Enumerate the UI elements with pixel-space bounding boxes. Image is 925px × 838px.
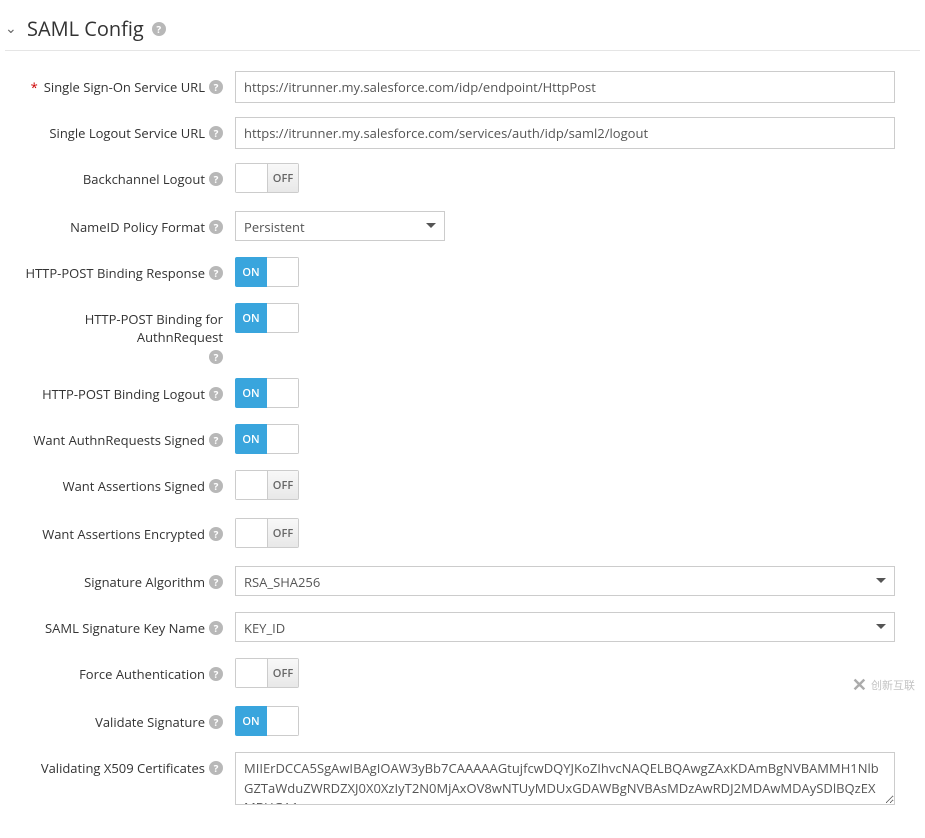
label-want-authn-signed: Want AuthnRequests Signed ? xyxy=(5,424,235,449)
help-icon[interactable]: ? xyxy=(209,266,223,280)
want-assert-encrypted-toggle[interactable]: OFF xyxy=(235,518,299,548)
section-title: SAML Config xyxy=(27,15,144,42)
help-icon[interactable]: ? xyxy=(209,220,223,234)
row-http-post-response: HTTP-POST Binding Response ? ON xyxy=(5,257,920,289)
row-want-authn-signed: Want AuthnRequests Signed ? ON xyxy=(5,424,920,456)
row-backchannel-logout: Backchannel Logout ? OFF xyxy=(5,163,920,197)
label-x509-cert: Validating X509 Certificates ? xyxy=(5,752,235,777)
sso-url-input[interactable] xyxy=(235,71,895,103)
label-slo-url: Single Logout Service URL ? xyxy=(5,117,235,142)
label-nameid-format: NameID Policy Format ? xyxy=(5,211,235,236)
row-slo-url: Single Logout Service URL ? xyxy=(5,117,920,149)
row-x509-cert: Validating X509 Certificates ? xyxy=(5,752,920,809)
help-icon[interactable]: ? xyxy=(209,621,223,635)
help-icon[interactable]: ? xyxy=(209,433,223,447)
help-icon[interactable]: ? xyxy=(209,761,223,775)
row-force-authn: Force Authentication ? OFF xyxy=(5,658,920,692)
label-http-post-authn: HTTP-POST Binding for AuthnRequest ? xyxy=(5,303,235,364)
row-http-post-logout: HTTP-POST Binding Logout ? ON xyxy=(5,378,920,410)
help-icon[interactable]: ? xyxy=(209,80,223,94)
required-asterisk: * xyxy=(31,78,38,96)
help-icon[interactable]: ? xyxy=(209,575,223,589)
sig-key-name-select[interactable]: KEY_ID xyxy=(235,612,895,642)
label-sig-key-name: SAML Signature Key Name ? xyxy=(5,612,235,637)
help-icon[interactable]: ? xyxy=(209,172,223,186)
validate-sig-toggle[interactable]: ON xyxy=(235,706,299,736)
row-sig-algorithm: Signature Algorithm ? RSA_SHA256 xyxy=(5,566,920,598)
row-sso-url: * Single Sign-On Service URL ? xyxy=(5,71,920,103)
row-validate-sig: Validate Signature ? ON xyxy=(5,706,920,738)
label-validate-sig: Validate Signature ? xyxy=(5,706,235,731)
label-want-assert-signed: Want Assertions Signed ? xyxy=(5,470,235,495)
help-icon[interactable]: ? xyxy=(209,387,223,401)
label-sso-url: * Single Sign-On Service URL ? xyxy=(5,71,235,96)
want-authn-signed-toggle[interactable]: ON xyxy=(235,424,299,454)
http-post-response-toggle[interactable]: ON xyxy=(235,257,299,287)
help-icon[interactable]: ? xyxy=(152,22,166,36)
watermark-icon: ✕ xyxy=(852,673,867,697)
http-post-authn-toggle[interactable]: ON xyxy=(235,303,299,333)
http-post-logout-toggle[interactable]: ON xyxy=(235,378,299,408)
slo-url-input[interactable] xyxy=(235,117,895,149)
force-authn-toggle[interactable]: OFF xyxy=(235,658,299,688)
help-icon[interactable]: ? xyxy=(209,350,223,364)
row-nameid-format: NameID Policy Format ? Persistent xyxy=(5,211,920,243)
help-icon[interactable]: ? xyxy=(209,527,223,541)
x509-cert-textarea[interactable] xyxy=(235,752,895,805)
label-http-post-response: HTTP-POST Binding Response ? xyxy=(5,257,235,282)
row-sig-key-name: SAML Signature Key Name ? KEY_ID xyxy=(5,612,920,644)
sig-algorithm-select[interactable]: RSA_SHA256 xyxy=(235,566,895,596)
section-header[interactable]: ⌄ SAML Config ? xyxy=(5,15,920,51)
row-want-assert-signed: Want Assertions Signed ? OFF xyxy=(5,470,920,504)
watermark: ✕ 创新互联 xyxy=(852,673,915,697)
backchannel-logout-toggle[interactable]: OFF xyxy=(235,163,299,193)
label-sig-algorithm: Signature Algorithm ? xyxy=(5,566,235,591)
row-http-post-authn: HTTP-POST Binding for AuthnRequest ? ON xyxy=(5,303,920,364)
help-icon[interactable]: ? xyxy=(209,667,223,681)
chevron-down-icon: ⌄ xyxy=(5,19,19,38)
nameid-format-select[interactable]: Persistent xyxy=(235,211,445,241)
label-backchannel-logout: Backchannel Logout ? xyxy=(5,163,235,188)
row-want-assert-encrypted: Want Assertions Encrypted ? OFF xyxy=(5,518,920,552)
help-icon[interactable]: ? xyxy=(209,126,223,140)
help-icon[interactable]: ? xyxy=(209,479,223,493)
help-icon[interactable]: ? xyxy=(209,715,223,729)
watermark-text: 创新互联 xyxy=(871,677,915,693)
label-force-authn: Force Authentication ? xyxy=(5,658,235,683)
label-want-assert-encrypted: Want Assertions Encrypted ? xyxy=(5,518,235,543)
label-http-post-logout: HTTP-POST Binding Logout ? xyxy=(5,378,235,403)
want-assert-signed-toggle[interactable]: OFF xyxy=(235,470,299,500)
